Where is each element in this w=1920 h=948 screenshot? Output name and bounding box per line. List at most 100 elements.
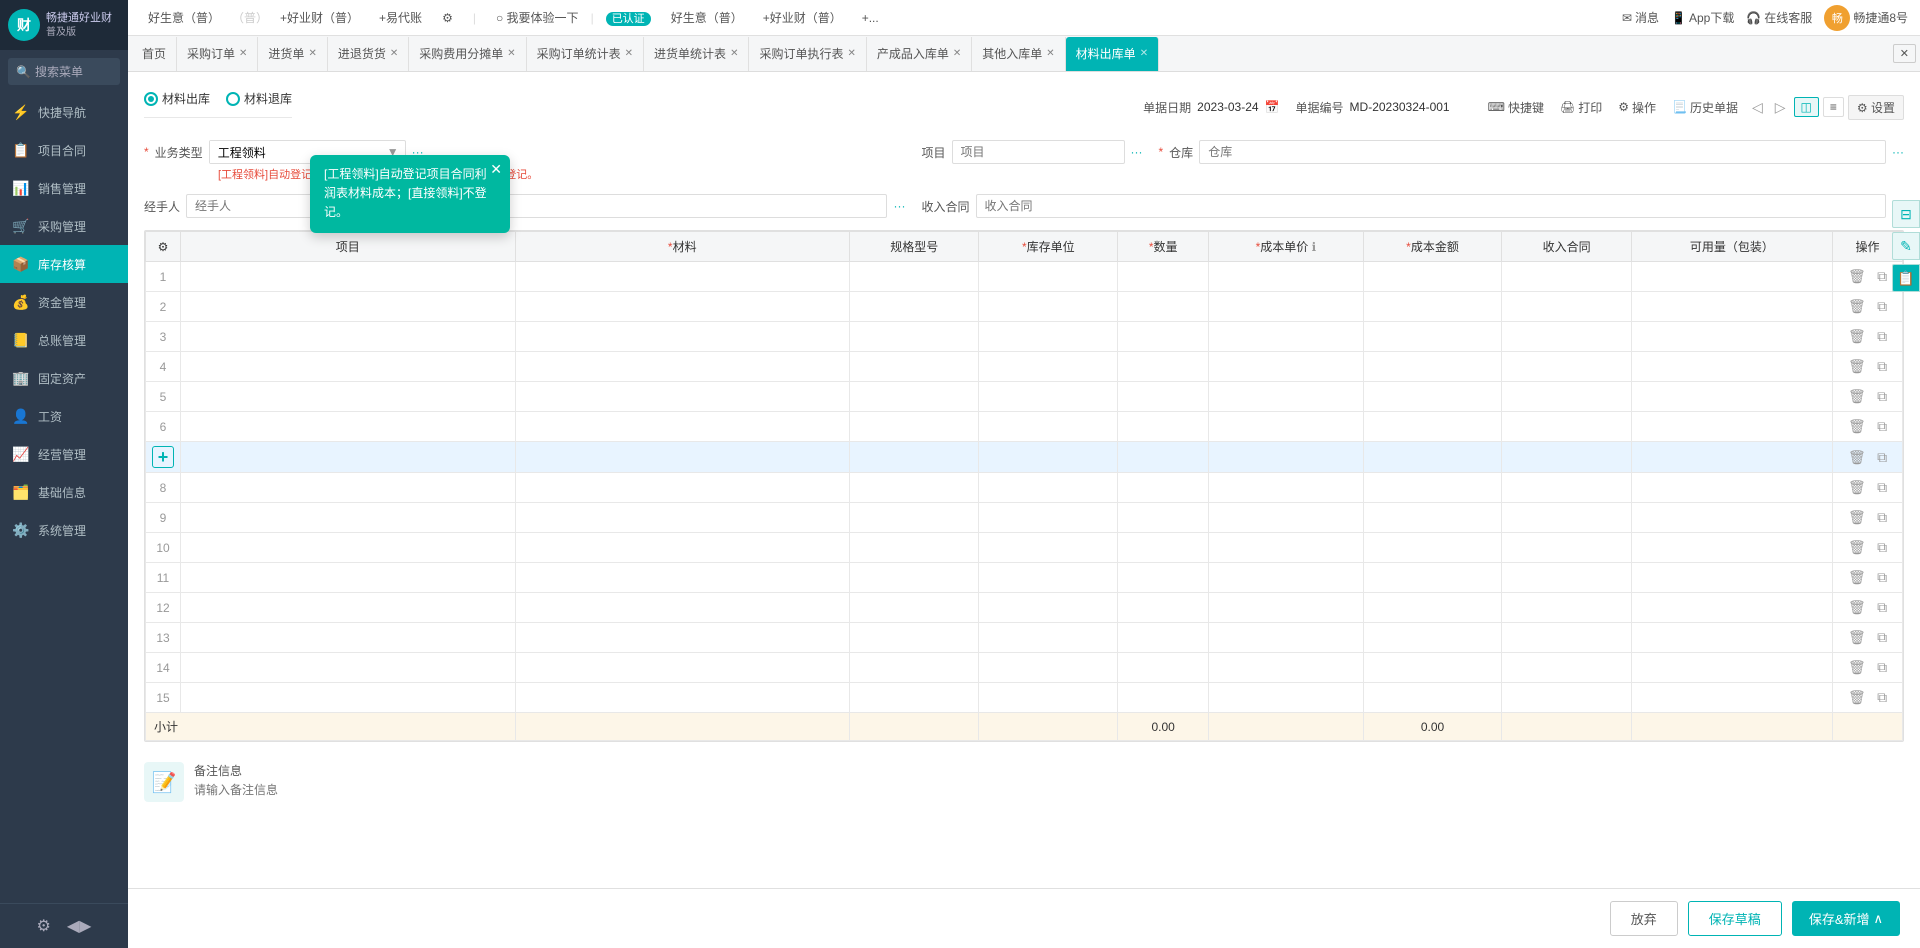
save-new-button[interactable]: 保存&新增 ∧	[1792, 901, 1900, 936]
message-button[interactable]: ✉ 消息	[1622, 9, 1659, 26]
delete-row-14-button[interactable]: 🗑	[1844, 657, 1870, 678]
tab-close-return[interactable]: ✕	[390, 48, 398, 59]
sub-tab-material-return[interactable]: 材料退库	[226, 90, 292, 107]
sidebar-item-assets[interactable]: 🏢 固定资产	[0, 359, 128, 397]
agent-input[interactable]	[186, 194, 887, 218]
tabs-close-all-button[interactable]: ✕	[1893, 44, 1916, 63]
row7-material-cell[interactable]	[515, 442, 850, 473]
delete-row-15-button[interactable]: 🗑	[1844, 687, 1870, 708]
prev-record-arrow[interactable]: ◁	[1748, 97, 1767, 118]
sub-tab-material-out[interactable]: 材料出库	[144, 90, 210, 107]
sidebar-item-purchase[interactable]: 🛒 采购管理	[0, 207, 128, 245]
sidebar-item-system[interactable]: ⚙️ 系统管理	[0, 511, 128, 549]
warehouse-input[interactable]	[1199, 140, 1886, 164]
warehouse-dots[interactable]: ···	[1892, 145, 1904, 159]
search-menu-button[interactable]: 🔍 搜索菜单	[8, 58, 120, 85]
right-tool-1[interactable]: ⊟	[1892, 200, 1920, 228]
tab-close-purchase-stats[interactable]: ✕	[625, 48, 633, 59]
copy-row-14-button[interactable]: ⧉	[1873, 657, 1891, 678]
delete-row-10-button[interactable]: 🗑	[1844, 537, 1870, 558]
tab-close-order-exec[interactable]: ✕	[847, 48, 855, 59]
copy-row-3-button[interactable]: ⧉	[1873, 326, 1891, 347]
tab-order-exec[interactable]: 采购订单执行表 ✕	[749, 37, 866, 71]
delete-row-1-button[interactable]: 🗑	[1844, 266, 1870, 287]
save-draft-button[interactable]: 保存草稿	[1688, 901, 1782, 936]
delete-row-7-button[interactable]: 🗑	[1844, 447, 1870, 468]
copy-row-9-button[interactable]: ⧉	[1873, 507, 1891, 528]
view-toggle-list[interactable]: ≡	[1823, 97, 1844, 117]
sidebar-item-operations[interactable]: 📈 经营管理	[0, 435, 128, 473]
row7-project-input[interactable]	[187, 450, 509, 464]
verified-badge[interactable]: 已认证	[598, 6, 659, 30]
shortcut-key-button[interactable]: ⌨ 快捷键	[1482, 96, 1550, 119]
agent-dots[interactable]: ···	[893, 199, 905, 213]
copy-row-15-button[interactable]: ⧉	[1873, 687, 1891, 708]
sidebar-item-accounting[interactable]: 📒 总账管理	[0, 321, 128, 359]
top-nav-item-haoyecai[interactable]: +好业财（普）	[272, 5, 367, 30]
delete-row-4-button[interactable]: 🗑	[1844, 356, 1870, 377]
income-contract-input[interactable]	[976, 194, 1887, 218]
tab-purchase-order[interactable]: 采购订单 ✕	[177, 37, 258, 71]
tab-material-out[interactable]: 材料出库单 ✕	[1066, 37, 1159, 71]
tab-close-incoming-stats[interactable]: ✕	[730, 48, 738, 59]
remarks-input[interactable]	[194, 783, 1904, 797]
top-nav-item-haoshengyi[interactable]: 好生意（普）	[140, 5, 228, 30]
delete-row-9-button[interactable]: 🗑	[1844, 507, 1870, 528]
sidebar-item-payroll[interactable]: 👤 工资	[0, 397, 128, 435]
top-nav-settings[interactable]: ⚙	[434, 7, 461, 29]
copy-row-7-button[interactable]: ⧉	[1873, 447, 1891, 468]
tab-production[interactable]: 产成品入库单 ✕	[867, 37, 972, 71]
copy-row-5-button[interactable]: ⧉	[1873, 386, 1891, 407]
next-record-arrow[interactable]: ▷	[1771, 97, 1790, 118]
copy-row-12-button[interactable]: ⧉	[1873, 597, 1891, 618]
project-dots[interactable]: ···	[1131, 145, 1143, 159]
project-input[interactable]	[952, 140, 1125, 164]
user-menu[interactable]: 畅 畅捷通8号	[1824, 5, 1908, 31]
top-nav-item-yidaizhang[interactable]: +易代账	[371, 5, 430, 30]
discard-button[interactable]: 放弃	[1610, 901, 1678, 936]
delete-row-8-button[interactable]: 🗑	[1844, 477, 1870, 498]
cost-price-info-icon[interactable]: ℹ	[1312, 240, 1317, 254]
add-row-button[interactable]: +	[152, 446, 174, 468]
copy-row-8-button[interactable]: ⧉	[1873, 477, 1891, 498]
tab-close-expense[interactable]: ✕	[507, 48, 515, 59]
online-service-button[interactable]: 🎧 在线客服	[1746, 9, 1812, 26]
tab-close-other-in[interactable]: ✕	[1046, 48, 1054, 59]
top-nav-more[interactable]: +...	[854, 7, 887, 29]
tab-close-purchase-order[interactable]: ✕	[239, 48, 247, 59]
tab-close-material-out[interactable]: ✕	[1140, 48, 1148, 59]
row7-project-cell[interactable]	[181, 442, 516, 473]
row7-material-input[interactable]	[522, 450, 844, 464]
copy-row-11-button[interactable]: ⧉	[1873, 567, 1891, 588]
tab-expense[interactable]: 采购费用分摊单 ✕	[409, 37, 526, 71]
sidebar-item-project[interactable]: 📋 项目合同	[0, 131, 128, 169]
sidebar-item-sales[interactable]: 📊 销售管理	[0, 169, 128, 207]
right-tool-3[interactable]: 📋	[1892, 264, 1920, 292]
sidebar-item-finance[interactable]: 💰 资金管理	[0, 283, 128, 321]
sidebar-item-shortcuts[interactable]: ⚡ 快捷导航	[0, 93, 128, 131]
copy-row-6-button[interactable]: ⧉	[1873, 416, 1891, 437]
tab-incoming-stats[interactable]: 进货单统计表 ✕	[644, 37, 749, 71]
copy-row-13-button[interactable]: ⧉	[1873, 627, 1891, 648]
copy-row-4-button[interactable]: ⧉	[1873, 356, 1891, 377]
delete-row-12-button[interactable]: 🗑	[1844, 597, 1870, 618]
copy-row-10-button[interactable]: ⧉	[1873, 537, 1891, 558]
copy-row-1-button[interactable]: ⧉	[1873, 266, 1891, 287]
tab-incoming[interactable]: 进货单 ✕	[258, 37, 327, 71]
tab-other-in[interactable]: 其他入库单 ✕	[972, 37, 1065, 71]
copy-row-2-button[interactable]: ⧉	[1873, 296, 1891, 317]
top-nav-haoyecai2[interactable]: +好业财（普）	[755, 5, 850, 30]
top-nav-haoshengyi2[interactable]: 好生意（普）	[663, 5, 751, 30]
right-tool-2[interactable]: ✎	[1892, 232, 1920, 260]
app-download-button[interactable]: 📱 App下载	[1671, 9, 1734, 26]
calendar-icon[interactable]: 📅	[1265, 100, 1280, 114]
delete-row-5-button[interactable]: 🗑	[1844, 386, 1870, 407]
tab-close-incoming[interactable]: ✕	[308, 48, 316, 59]
tab-home[interactable]: 首页	[132, 37, 177, 71]
history-button[interactable]: 📃 历史单据	[1666, 96, 1744, 119]
operation-button[interactable]: ⚙ 操作	[1612, 96, 1662, 119]
tab-close-production[interactable]: ✕	[953, 48, 961, 59]
delete-row-11-button[interactable]: 🗑	[1844, 567, 1870, 588]
sidebar-collapse-button[interactable]: ◀▶	[63, 912, 96, 940]
sidebar-item-inventory[interactable]: 📦 库存核算	[0, 245, 128, 283]
